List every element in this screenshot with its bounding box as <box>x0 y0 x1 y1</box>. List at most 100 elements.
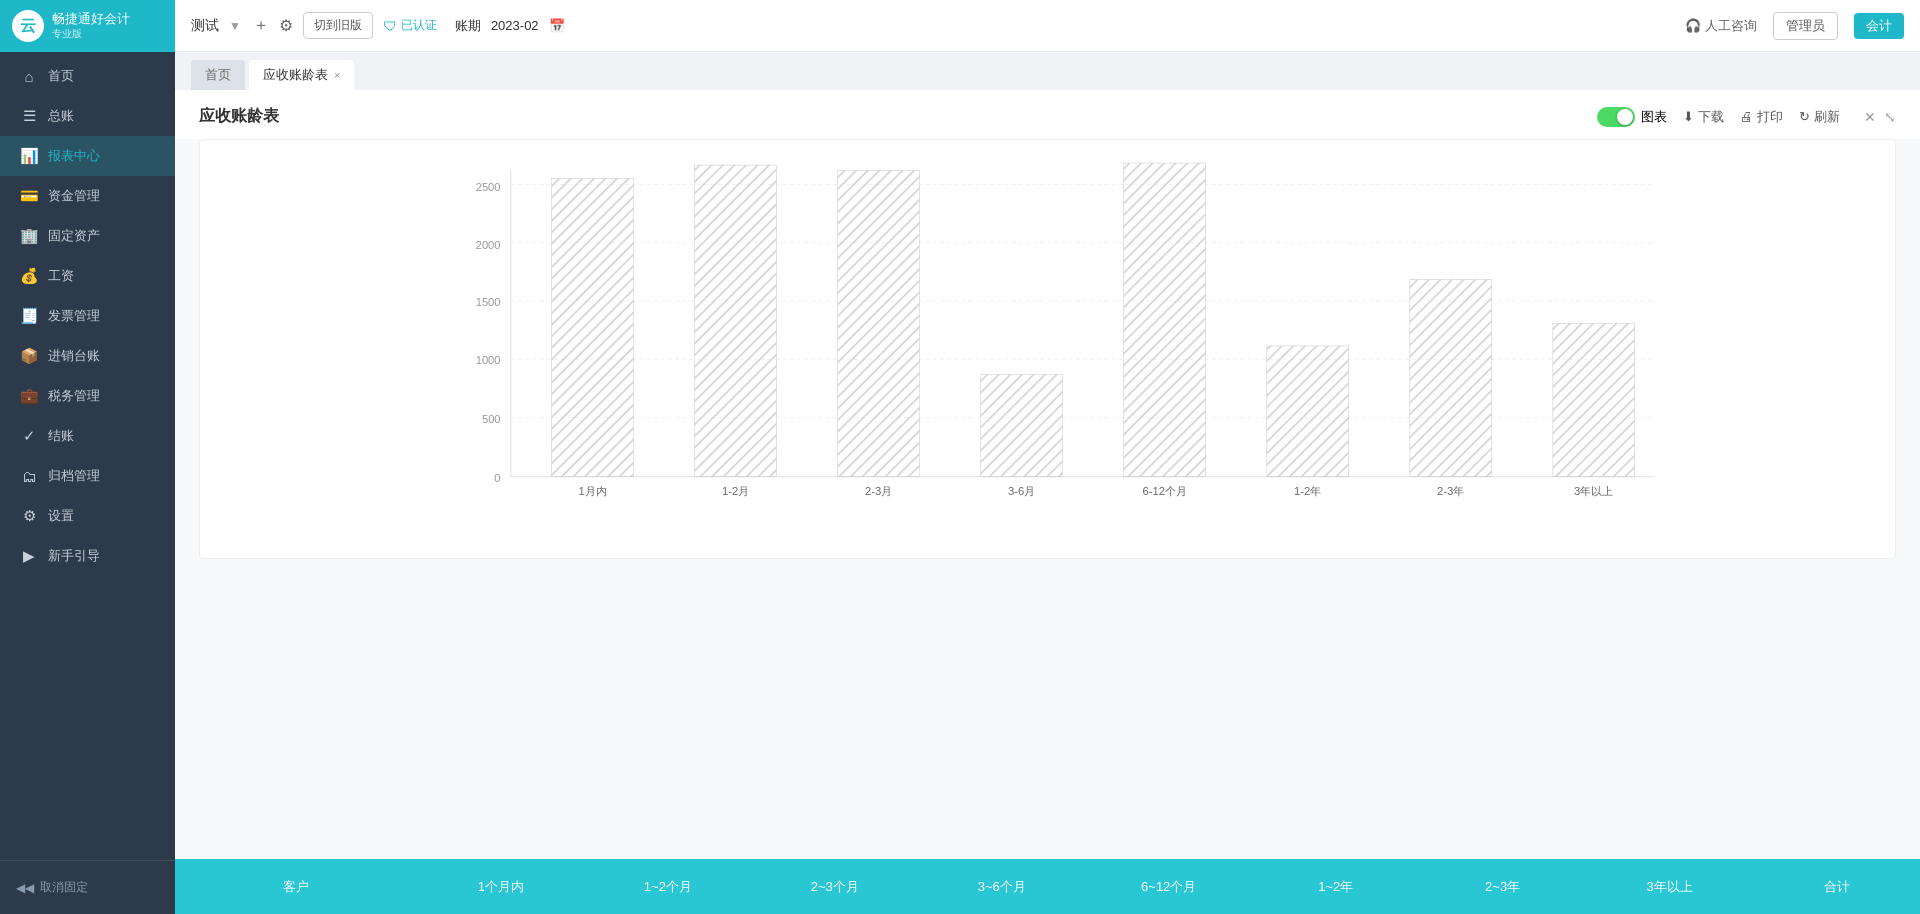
svg-text:3-6月: 3-6月 <box>1008 485 1035 497</box>
bar-1m <box>552 178 634 476</box>
sidebar-label-ledger: 总账 <box>48 107 74 125</box>
close-window-icon[interactable]: ✕ <box>1864 109 1876 125</box>
download-icon: ⬇ <box>1683 109 1694 124</box>
sidebar-item-settle[interactable]: ✓ 结账 <box>0 416 175 456</box>
download-label: 下载 <box>1698 108 1724 126</box>
bar-2-3m <box>838 170 920 476</box>
service-button[interactable]: 🎧 人工咨询 <box>1685 17 1757 35</box>
pin-icon: ◀◀ <box>16 881 34 895</box>
accountant-button[interactable]: 会计 <box>1854 13 1904 39</box>
sidebar-label-sales: 进销台账 <box>48 347 100 365</box>
bar-1-2m <box>695 165 777 477</box>
page-header: 应收账龄表 图表 ⬇ 下载 🖨 打印 ↻ 刷新 <box>175 90 1920 139</box>
app-edition: 专业版 <box>52 27 130 41</box>
sidebar-footer: ◀◀ 取消固定 <box>0 860 175 914</box>
sidebar-item-tax[interactable]: 💼 税务管理 <box>0 376 175 416</box>
sidebar-label-settings: 设置 <box>48 507 74 525</box>
svg-text:2-3年: 2-3年 <box>1437 485 1464 497</box>
sidebar-label-assets: 固定资产 <box>48 227 100 245</box>
company-dropdown-icon[interactable]: ▼ <box>229 19 241 33</box>
invoice-icon: 🧾 <box>20 307 38 325</box>
shield-icon: 🛡 <box>383 18 397 34</box>
headset-icon: 🎧 <box>1685 18 1701 33</box>
sidebar-item-ledger[interactable]: ☰ 总账 <box>0 96 175 136</box>
expand-window-icon[interactable]: ⤡ <box>1884 109 1896 125</box>
switch-version-button[interactable]: 切到旧版 <box>303 12 373 39</box>
sidebar-label-archive: 归档管理 <box>48 467 100 485</box>
refresh-label: 刷新 <box>1814 108 1840 126</box>
chart-toggle[interactable] <box>1597 107 1635 127</box>
refresh-button[interactable]: ↻ 刷新 <box>1799 108 1840 126</box>
svg-text:1月内: 1月内 <box>578 485 606 497</box>
add-company-icon[interactable]: ＋ <box>253 15 269 36</box>
print-icon: 🖨 <box>1740 109 1753 124</box>
sidebar-label-salary: 工资 <box>48 267 74 285</box>
sidebar-item-archive[interactable]: 🗂 归档管理 <box>0 456 175 496</box>
th-2: 1~2个月 <box>584 878 751 896</box>
sidebar-item-reports[interactable]: 📊 报表中心 <box>0 136 175 176</box>
svg-text:2500: 2500 <box>476 181 501 193</box>
sidebar-label-reports: 报表中心 <box>48 147 100 165</box>
main-area: 测试 ▼ ＋ ⚙ 切到旧版 🛡 已认证 账期 2023-02 📅 🎧 人工咨询 … <box>175 0 1920 914</box>
sidebar-item-home[interactable]: ⌂ 首页 <box>0 56 175 96</box>
tab-ar-aging[interactable]: 应收账龄表× <box>249 60 354 90</box>
bar-3y-plus <box>1553 323 1635 476</box>
salary-icon: 💰 <box>20 267 38 285</box>
assets-icon: 🏢 <box>20 227 38 245</box>
service-label: 人工咨询 <box>1705 17 1757 35</box>
funds-icon: 💳 <box>20 187 38 205</box>
download-button[interactable]: ⬇ 下载 <box>1683 108 1724 126</box>
sidebar-item-assets[interactable]: 🏢 固定资产 <box>0 216 175 256</box>
svg-text:1-2月: 1-2月 <box>722 485 749 497</box>
th-1: 1个月内 <box>417 878 584 896</box>
pin-button[interactable]: ◀◀ 取消固定 <box>0 871 175 904</box>
svg-text:1-2年: 1-2年 <box>1294 485 1321 497</box>
print-button[interactable]: 🖨 打印 <box>1740 108 1783 126</box>
sidebar-item-funds[interactable]: 💳 资金管理 <box>0 176 175 216</box>
bar-chart: 0 500 1000 1500 2000 2500 <box>250 160 1875 538</box>
app-name-wrap: 畅捷通好会计 专业版 <box>52 11 130 42</box>
sidebar-label-home: 首页 <box>48 67 74 85</box>
window-controls: ✕ ⤡ <box>1864 109 1896 125</box>
app-name: 畅捷通好会计 <box>52 11 130 28</box>
sidebar-item-salary[interactable]: 💰 工资 <box>0 256 175 296</box>
sales-icon: 📦 <box>20 347 38 365</box>
th-3: 2~3个月 <box>751 878 918 896</box>
admin-button[interactable]: 管理员 <box>1773 12 1838 40</box>
svg-text:2000: 2000 <box>476 239 501 251</box>
pin-label: 取消固定 <box>40 879 88 896</box>
calendar-icon[interactable]: 📅 <box>549 18 565 33</box>
period-label: 账期 <box>455 17 481 35</box>
topbar-right: 🎧 人工咨询 管理员 会计 <box>1685 12 1904 40</box>
svg-text:1000: 1000 <box>476 354 501 366</box>
sidebar-item-sales[interactable]: 📦 进销台账 <box>0 336 175 376</box>
period-value: 2023-02 <box>491 18 539 33</box>
sidebar-label-funds: 资金管理 <box>48 187 100 205</box>
th-0: 客户 <box>175 878 417 896</box>
sidebar-label-tax: 税务管理 <box>48 387 100 405</box>
company-name[interactable]: 测试 <box>191 17 219 35</box>
reports-icon: 📊 <box>20 147 38 165</box>
ledger-icon: ☰ <box>20 107 38 125</box>
home-icon: ⌂ <box>20 68 38 85</box>
svg-text:500: 500 <box>482 413 501 425</box>
bar-3-6m <box>981 375 1063 477</box>
refresh-icon: ↻ <box>1799 109 1810 124</box>
chart-toggle-wrap: 图表 <box>1597 107 1667 127</box>
svg-text:1500: 1500 <box>476 296 501 308</box>
chart-container: 0 500 1000 1500 2000 2500 <box>175 139 1920 859</box>
tab-close-ar-aging[interactable]: × <box>334 69 340 81</box>
bar-1-2y <box>1267 346 1349 477</box>
table-header: 客户1个月内1~2个月2~3个月3~6个月6~12个月1~2年2~3年3年以上合… <box>175 859 1920 914</box>
sidebar-item-invoice[interactable]: 🧾 发票管理 <box>0 296 175 336</box>
topbar: 测试 ▼ ＋ ⚙ 切到旧版 🛡 已认证 账期 2023-02 📅 🎧 人工咨询 … <box>175 0 1920 52</box>
tab-home[interactable]: 首页 <box>191 60 245 90</box>
th-7: 2~3年 <box>1419 878 1586 896</box>
th-4: 3~6个月 <box>918 878 1085 896</box>
print-label: 打印 <box>1757 108 1783 126</box>
app-logo-icon: 云 <box>12 10 44 42</box>
company-settings-icon[interactable]: ⚙ <box>279 16 293 35</box>
sidebar-item-guide[interactable]: ▶ 新手引导 <box>0 536 175 576</box>
page-title: 应收账龄表 <box>199 106 279 127</box>
sidebar-item-settings[interactable]: ⚙ 设置 <box>0 496 175 536</box>
